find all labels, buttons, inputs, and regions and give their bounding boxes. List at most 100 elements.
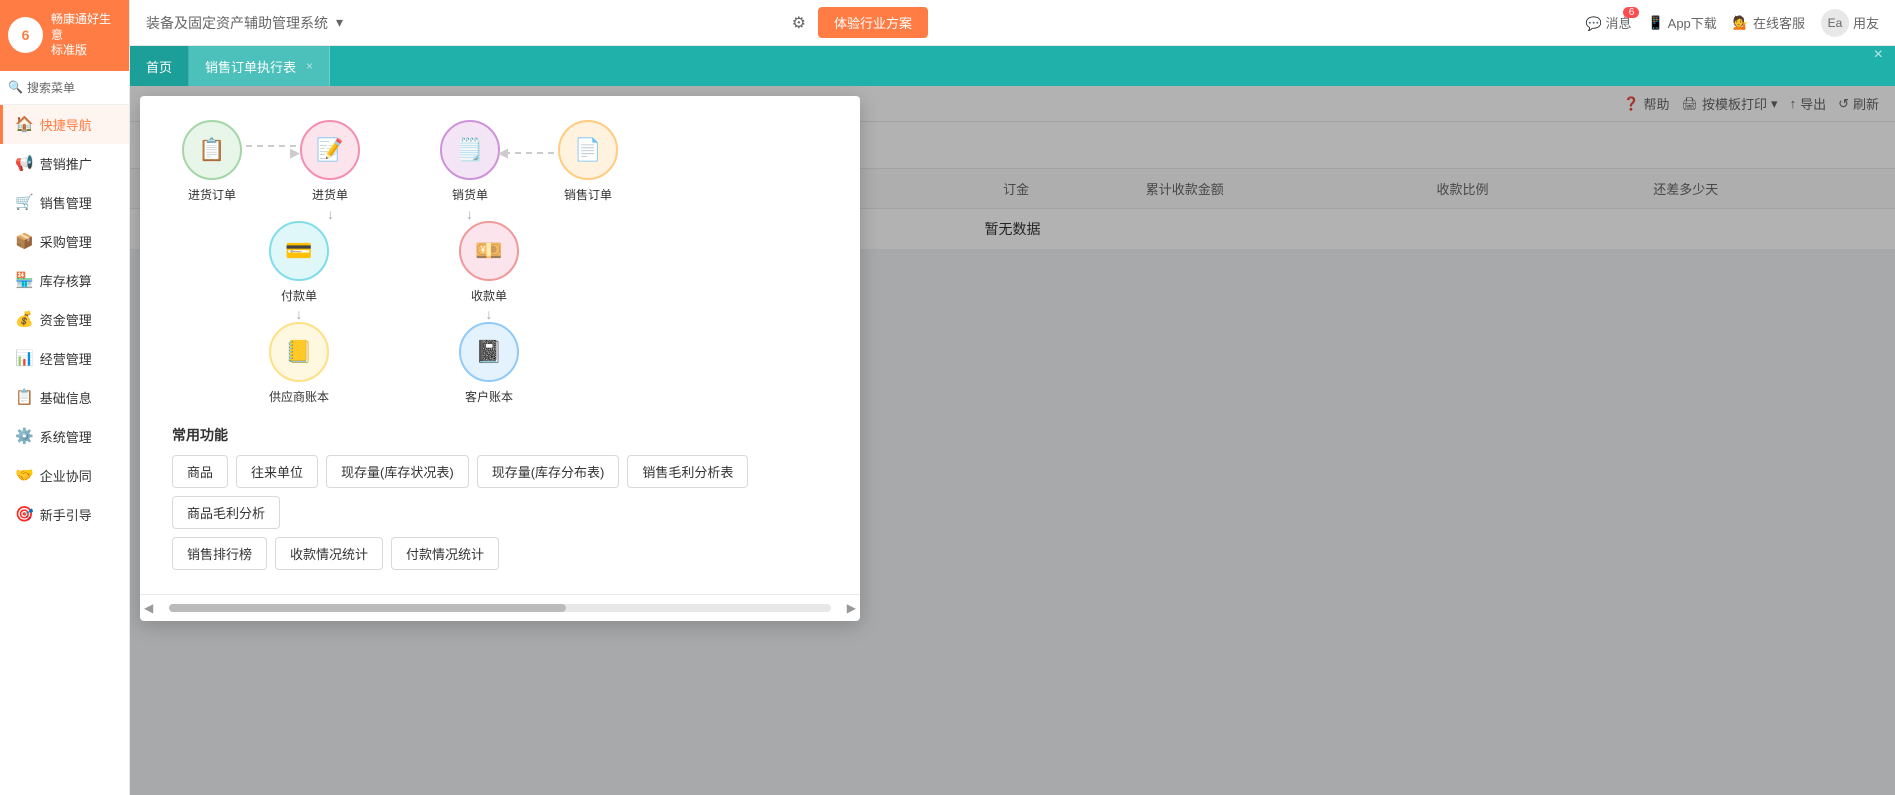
finance-icon: 💰 <box>15 310 34 328</box>
func-buttons-row1: 商品 往来单位 现存量(库存状况表) 现存量(库存分布表) 销售毛利分析表 商品… <box>172 455 828 529</box>
func-btn-stock-dist[interactable]: 现存量(库存分布表) <box>477 455 620 488</box>
content-area: ❓ 帮助 🖨 按模板打印 ▾ ↑ 导出 ↺ 刷新 <box>130 86 1895 795</box>
topbar-dropdown[interactable]: ▾ <box>336 14 343 31</box>
scroll-right-arrow[interactable]: ▶ <box>843 601 860 615</box>
sale-order-circle: 📄 <box>558 120 618 180</box>
sidebar-item-label: 新手引导 <box>40 505 92 524</box>
sidebar-item-sales[interactable]: 🛒 销售管理 <box>0 183 129 222</box>
home-icon: 🏠 <box>15 115 34 133</box>
func-btn-sales-ranking[interactable]: 销售排行榜 <box>172 537 267 570</box>
flow-node-purchase-bill[interactable]: 📝 进货单 <box>300 120 360 203</box>
sidebar-item-label: 采购管理 <box>40 232 92 251</box>
sales-order-exec-tab-label: 销售订单执行表 <box>205 57 296 76</box>
scroll-left-arrow[interactable]: ◀ <box>140 601 157 615</box>
sidebar-item-finance[interactable]: 💰 资金管理 <box>0 300 129 339</box>
close-all-tabs-btn[interactable]: × <box>1862 46 1895 86</box>
flow-node-payment-bill[interactable]: 💳 付款单 <box>269 221 329 304</box>
guide-icon: 🎯 <box>15 505 34 523</box>
sidebar: 6 畅康通好生意 标准版 🔍 搜索菜单 🏠 快捷导航 📢 营销推广 🛒 销售管理 <box>0 0 130 795</box>
receipt-bill-circle: 💴 <box>459 221 519 281</box>
message-label: 消息 <box>1605 16 1631 31</box>
tab-sales-order-exec[interactable]: 销售订单执行表 × <box>189 46 330 86</box>
flow-node-sale-bill[interactable]: 🗒️ 销货单 <box>440 120 500 203</box>
flow-node-supplier-account[interactable]: 📒 供应商账本 <box>269 322 329 405</box>
sales-icon: 🛒 <box>15 193 34 211</box>
tab-close-icon[interactable]: × <box>306 59 313 73</box>
settings-icon[interactable]: ⚙ <box>792 13 806 33</box>
func-btn-stock-status[interactable]: 现存量(库存状况表) <box>326 455 469 488</box>
modal-body: 📋 进货订单 ▶ <box>140 96 860 594</box>
func-btn-receipt-stats[interactable]: 收款情况统计 <box>275 537 383 570</box>
sidebar-item-system[interactable]: ⚙️ 系统管理 <box>0 417 129 456</box>
enterprise-icon: 🤝 <box>15 466 34 484</box>
sidebar-item-operation[interactable]: 📊 经营管理 <box>0 339 129 378</box>
purchase-bill-label: 进货单 <box>312 186 348 203</box>
purchase-icon: 📦 <box>15 232 34 250</box>
topbar: 装备及固定资产辅助管理系统 ▾ ⚙ 体验行业方案 💬 6 消息 📱 App下载 <box>130 0 1895 46</box>
func-btn-payment-stats[interactable]: 付款情况统计 <box>391 537 499 570</box>
modal-scrollbar: ◀ ▶ <box>140 594 860 621</box>
sidebar-item-marketing[interactable]: 📢 营销推广 <box>0 144 129 183</box>
flow-modal: 📋 进货订单 ▶ <box>140 96 860 621</box>
sidebar-item-label: 快捷导航 <box>40 115 92 134</box>
receipt-bill-label: 收款单 <box>471 287 507 304</box>
sidebar-item-enterprise[interactable]: 🤝 企业协同 <box>0 456 129 495</box>
supplier-account-circle: 📒 <box>269 322 329 382</box>
avatar: Ea <box>1821 9 1849 37</box>
sidebar-item-label: 营销推广 <box>40 154 92 173</box>
flow-modal-overlay: 📋 进货订单 ▶ <box>130 86 1895 795</box>
purchase-order-circle: 📋 <box>182 120 242 180</box>
sidebar-item-purchase[interactable]: 📦 采购管理 <box>0 222 129 261</box>
online-service-label: 在线客服 <box>1753 13 1805 32</box>
sidebar-item-guide[interactable]: 🎯 新手引导 <box>0 495 129 534</box>
message-btn[interactable]: 💬 6 消息 <box>1586 13 1632 32</box>
sidebar-item-basic[interactable]: 📋 基础信息 <box>0 378 129 417</box>
home-tab-label: 首页 <box>146 57 172 76</box>
flow-diagram-section: 📋 进货订单 ▶ <box>172 120 828 405</box>
supplier-account-label: 供应商账本 <box>269 388 329 405</box>
sidebar-item-label: 库存核算 <box>40 271 92 290</box>
sidebar-item-label: 基础信息 <box>40 388 92 407</box>
scroll-track[interactable] <box>169 604 831 612</box>
customer-account-label: 客户账本 <box>465 388 513 405</box>
message-icon: 💬 <box>1586 16 1602 31</box>
common-functions-section: 常用功能 商品 往来单位 现存量(库存状况表) 现存量(库存分布表) 销售毛利分… <box>172 425 828 570</box>
search-menu-label: 搜索菜单 <box>27 79 75 96</box>
func-buttons-row2: 销售排行榜 收款情况统计 付款情况统计 <box>172 537 828 570</box>
logo-text: 畅康通好生意 标准版 <box>51 12 121 59</box>
search-icon: 🔍 <box>8 80 23 94</box>
chevron-down-icon: ▾ <box>336 14 343 31</box>
sidebar-item-inventory[interactable]: 🏪 库存核算 <box>0 261 129 300</box>
purchase-bill-circle: 📝 <box>300 120 360 180</box>
experience-btn[interactable]: 体验行业方案 <box>818 7 928 38</box>
online-service-icon: 💁 <box>1733 15 1749 31</box>
sale-bill-circle: 🗒️ <box>440 120 500 180</box>
flow-node-purchase-order[interactable]: 📋 进货订单 <box>182 120 242 203</box>
tab-home[interactable]: 首页 <box>130 46 189 86</box>
topbar-right: 💬 6 消息 📱 App下载 💁 在线客服 Ea 用友 <box>1586 9 1879 37</box>
user-name: 用友 <box>1853 13 1879 32</box>
func-btn-profit-analysis[interactable]: 销售毛利分析表 <box>627 455 748 488</box>
logo-icon: 6 <box>8 17 43 53</box>
scroll-thumb <box>169 604 566 612</box>
payment-bill-circle: 💳 <box>269 221 329 281</box>
user-menu[interactable]: Ea 用友 <box>1821 9 1879 37</box>
online-service-btn[interactable]: 💁 在线客服 <box>1733 13 1805 32</box>
sale-bill-label: 销货单 <box>452 186 488 203</box>
marketing-icon: 📢 <box>15 154 34 172</box>
func-btn-partners[interactable]: 往来单位 <box>236 455 318 488</box>
sale-order-label: 销售订单 <box>564 186 612 203</box>
main-area: 装备及固定资产辅助管理系统 ▾ ⚙ 体验行业方案 💬 6 消息 📱 App下载 <box>130 0 1895 795</box>
func-btn-goods[interactable]: 商品 <box>172 455 228 488</box>
app-logo: 6 畅康通好生意 标准版 <box>0 0 129 71</box>
tabbar: 首页 销售订单执行表 × × <box>130 46 1895 86</box>
app-download-icon: 📱 <box>1647 15 1663 31</box>
search-menu[interactable]: 🔍 搜索菜单 <box>0 71 129 105</box>
flow-node-sale-order[interactable]: 📄 销售订单 <box>558 120 618 203</box>
sidebar-item-quick-nav[interactable]: 🏠 快捷导航 <box>0 105 129 144</box>
flow-node-customer-account[interactable]: 📓 客户账本 <box>459 322 519 405</box>
inventory-icon: 🏪 <box>15 271 34 289</box>
app-download-btn[interactable]: 📱 App下载 <box>1647 13 1716 32</box>
flow-node-receipt-bill[interactable]: 💴 收款单 <box>459 221 519 304</box>
func-btn-goods-profit[interactable]: 商品毛利分析 <box>172 496 280 529</box>
